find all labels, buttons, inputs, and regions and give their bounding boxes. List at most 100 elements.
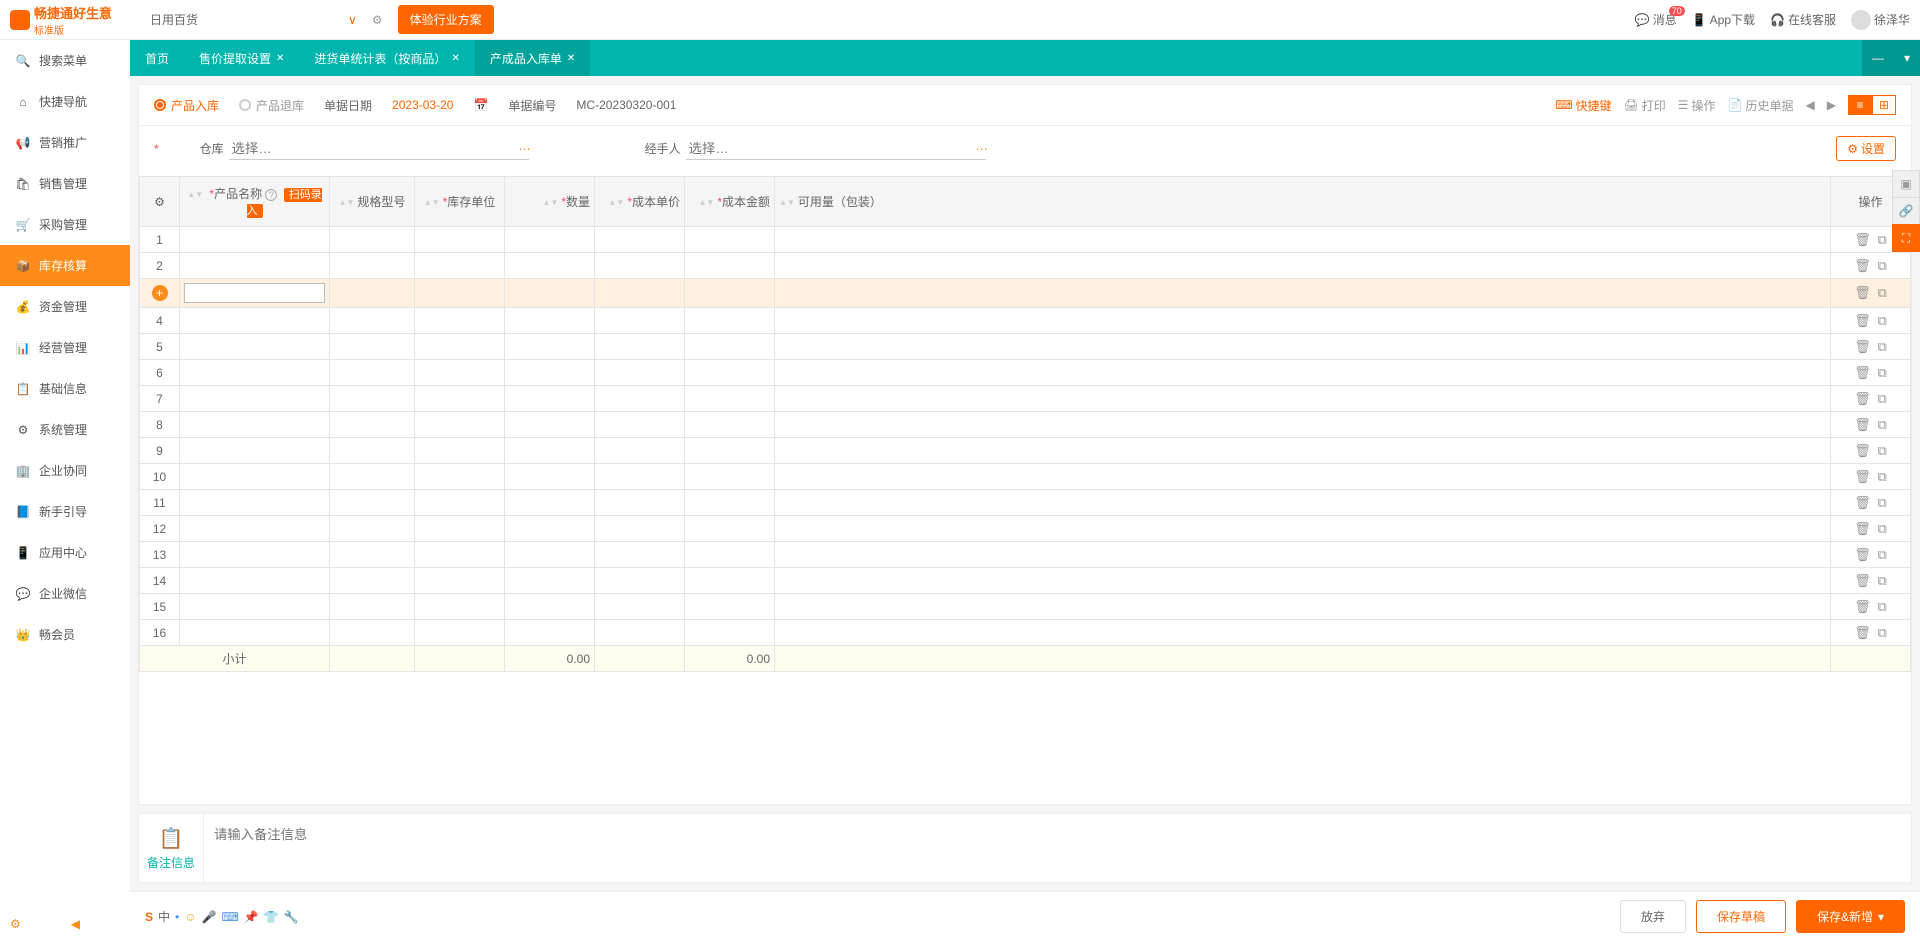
settings-icon[interactable]: ⚙ bbox=[10, 917, 21, 931]
close-icon[interactable]: ✕ bbox=[276, 53, 284, 64]
table-row[interactable]: 14 🗑 ⧉ bbox=[140, 568, 1911, 594]
table-row[interactable]: 6 🗑 ⧉ bbox=[140, 360, 1911, 386]
remark-input[interactable] bbox=[204, 814, 1911, 882]
ime-tool-icon[interactable]: 🔧 bbox=[284, 910, 299, 924]
ime-emoji-icon[interactable]: ☺ bbox=[184, 910, 196, 924]
delete-icon[interactable]: 🗑 bbox=[1854, 313, 1871, 328]
copy-icon[interactable]: ⧉ bbox=[1877, 521, 1886, 536]
copy-icon[interactable]: ⧉ bbox=[1877, 258, 1886, 273]
ime-mic-icon[interactable]: 🎤 bbox=[202, 910, 217, 924]
table-row[interactable]: 10 🗑 ⧉ bbox=[140, 464, 1911, 490]
sidebar-item-14[interactable]: 👑畅会员 bbox=[0, 614, 130, 655]
handler-input[interactable] bbox=[686, 138, 986, 160]
tab-0[interactable]: 首页 bbox=[130, 40, 184, 76]
sidebar-item-11[interactable]: 📘新手引导 bbox=[0, 491, 130, 532]
ime-pin-icon[interactable]: 📌 bbox=[244, 910, 259, 924]
table-row[interactable]: 4 🗑 ⧉ bbox=[140, 308, 1911, 334]
user-menu[interactable]: 徐泽华 bbox=[1851, 10, 1910, 30]
table-row[interactable]: 2 🗑 ⧉ bbox=[140, 253, 1911, 279]
copy-icon[interactable]: ⧉ bbox=[1877, 391, 1886, 406]
discard-button[interactable]: 放弃 bbox=[1620, 900, 1686, 933]
sidebar-item-1[interactable]: ⌂快捷导航 bbox=[0, 81, 130, 122]
table-row[interactable]: 11 🗑 ⧉ bbox=[140, 490, 1911, 516]
sidebar-item-2[interactable]: 📢营销推广 bbox=[0, 122, 130, 163]
delete-icon[interactable]: 🗑 bbox=[1854, 495, 1871, 510]
delete-icon[interactable]: 🗑 bbox=[1854, 443, 1871, 458]
sidebar-item-8[interactable]: 📋基础信息 bbox=[0, 368, 130, 409]
help-icon[interactable]: ? bbox=[265, 189, 277, 201]
table-row[interactable]: 9 🗑 ⧉ bbox=[140, 438, 1911, 464]
col-avail[interactable]: ▲▼可用量（包装） bbox=[775, 177, 1831, 227]
copy-icon[interactable]: ⧉ bbox=[1877, 495, 1886, 510]
copy-icon[interactable]: ⧉ bbox=[1877, 339, 1886, 354]
delete-icon[interactable]: 🗑 bbox=[1854, 339, 1871, 354]
col-price[interactable]: ▲▼*成本单价 bbox=[595, 177, 685, 227]
tab-minimize[interactable]: — bbox=[1862, 40, 1894, 76]
copy-icon[interactable]: ⧉ bbox=[1877, 313, 1886, 328]
table-row[interactable]: 5 🗑 ⧉ bbox=[140, 334, 1911, 360]
delete-icon[interactable]: 🗑 bbox=[1854, 469, 1871, 484]
tab-3[interactable]: 产成品入库单✕ bbox=[475, 40, 590, 76]
ime-dot-icon[interactable]: • bbox=[175, 910, 179, 924]
sidebar-item-6[interactable]: 💰资金管理 bbox=[0, 286, 130, 327]
copy-icon[interactable]: ⧉ bbox=[1877, 625, 1886, 640]
copy-icon[interactable]: ⧉ bbox=[1877, 417, 1886, 432]
delete-icon[interactable]: 🗑 bbox=[1854, 365, 1871, 380]
table-row[interactable]: 1 🗑 ⧉ bbox=[140, 227, 1911, 253]
col-amount[interactable]: ▲▼*成本金额 bbox=[685, 177, 775, 227]
warehouse-input[interactable] bbox=[229, 138, 529, 160]
delete-icon[interactable]: 🗑 bbox=[1854, 285, 1871, 300]
operation-link[interactable]: ☰ 操作 bbox=[1678, 97, 1716, 114]
copy-icon[interactable]: ⧉ bbox=[1877, 469, 1886, 484]
gear-icon[interactable]: ⚙ bbox=[154, 195, 165, 209]
prev-icon[interactable]: ◀ bbox=[1806, 98, 1815, 112]
view-list-button[interactable]: ≡ bbox=[1848, 95, 1872, 115]
sidebar-item-13[interactable]: 💬企业微信 bbox=[0, 573, 130, 614]
history-link[interactable]: 📄 历史单据 bbox=[1728, 97, 1794, 114]
copy-icon[interactable]: ⧉ bbox=[1877, 599, 1886, 614]
print-link[interactable]: 🖨 打印 bbox=[1624, 97, 1666, 114]
messages-link[interactable]: 💬 消息 70 bbox=[1635, 11, 1677, 28]
sidebar-item-3[interactable]: 🛍销售管理 bbox=[0, 163, 130, 204]
tab-2[interactable]: 进货单统计表（按商品）✕ bbox=[299, 40, 474, 76]
radio-product-in[interactable]: 产品入库 bbox=[154, 97, 219, 114]
dock-item-2[interactable]: 🔗 bbox=[1892, 197, 1920, 225]
delete-icon[interactable]: 🗑 bbox=[1854, 391, 1871, 406]
date-value[interactable]: 2023-03-20 bbox=[392, 98, 453, 112]
copy-icon[interactable]: ⧉ bbox=[1877, 232, 1886, 247]
table-row[interactable]: + 🗑 ⧉ bbox=[140, 279, 1911, 308]
table-row[interactable]: 7 🗑 ⧉ bbox=[140, 386, 1911, 412]
delete-icon[interactable]: 🗑 bbox=[1854, 573, 1871, 588]
service-link[interactable]: 🎧 在线客服 bbox=[1770, 11, 1836, 28]
save-and-new-button[interactable]: 保存&新增▾ bbox=[1796, 900, 1905, 933]
product-name-input[interactable] bbox=[184, 283, 325, 303]
table-row[interactable]: 16 🗑 ⧉ bbox=[140, 620, 1911, 646]
table-row[interactable]: 12 🗑 ⧉ bbox=[140, 516, 1911, 542]
sidebar-item-5[interactable]: 📦库存核算 bbox=[0, 245, 130, 286]
delete-icon[interactable]: 🗑 bbox=[1854, 521, 1871, 536]
sidebar-item-0[interactable]: 🔍搜索菜单 bbox=[0, 40, 130, 81]
sidebar-item-4[interactable]: 🛒采购管理 bbox=[0, 204, 130, 245]
delete-icon[interactable]: 🗑 bbox=[1854, 258, 1871, 273]
ime-keyboard-icon[interactable]: ⌨ bbox=[221, 910, 238, 924]
dock-item-1[interactable]: ▣ bbox=[1892, 170, 1920, 198]
delete-icon[interactable]: 🗑 bbox=[1854, 232, 1871, 247]
copy-icon[interactable]: ⧉ bbox=[1877, 365, 1886, 380]
copy-icon[interactable]: ⧉ bbox=[1877, 443, 1886, 458]
close-icon[interactable]: ✕ bbox=[451, 53, 459, 64]
more-icon[interactable]: ⋯ bbox=[519, 142, 531, 156]
delete-icon[interactable]: 🗑 bbox=[1854, 547, 1871, 562]
col-product-name[interactable]: ▲▼ *产品名称 ? 扫码录入 bbox=[180, 177, 330, 227]
save-draft-button[interactable]: 保存草稿 bbox=[1696, 900, 1786, 933]
col-unit[interactable]: ▲▼*库存单位 bbox=[415, 177, 505, 227]
tab-1[interactable]: 售价提取设置✕ bbox=[184, 40, 299, 76]
calendar-icon[interactable]: 📅 bbox=[473, 98, 488, 112]
delete-icon[interactable]: 🗑 bbox=[1854, 625, 1871, 640]
add-row-button[interactable]: + bbox=[152, 285, 168, 301]
table-row[interactable]: 15 🗑 ⧉ bbox=[140, 594, 1911, 620]
next-icon[interactable]: ▶ bbox=[1827, 98, 1836, 112]
sidebar-item-10[interactable]: 🏢企业协同 bbox=[0, 450, 130, 491]
copy-icon[interactable]: ⧉ bbox=[1877, 547, 1886, 562]
delete-icon[interactable]: 🗑 bbox=[1854, 599, 1871, 614]
sidebar-item-9[interactable]: ⚙系统管理 bbox=[0, 409, 130, 450]
